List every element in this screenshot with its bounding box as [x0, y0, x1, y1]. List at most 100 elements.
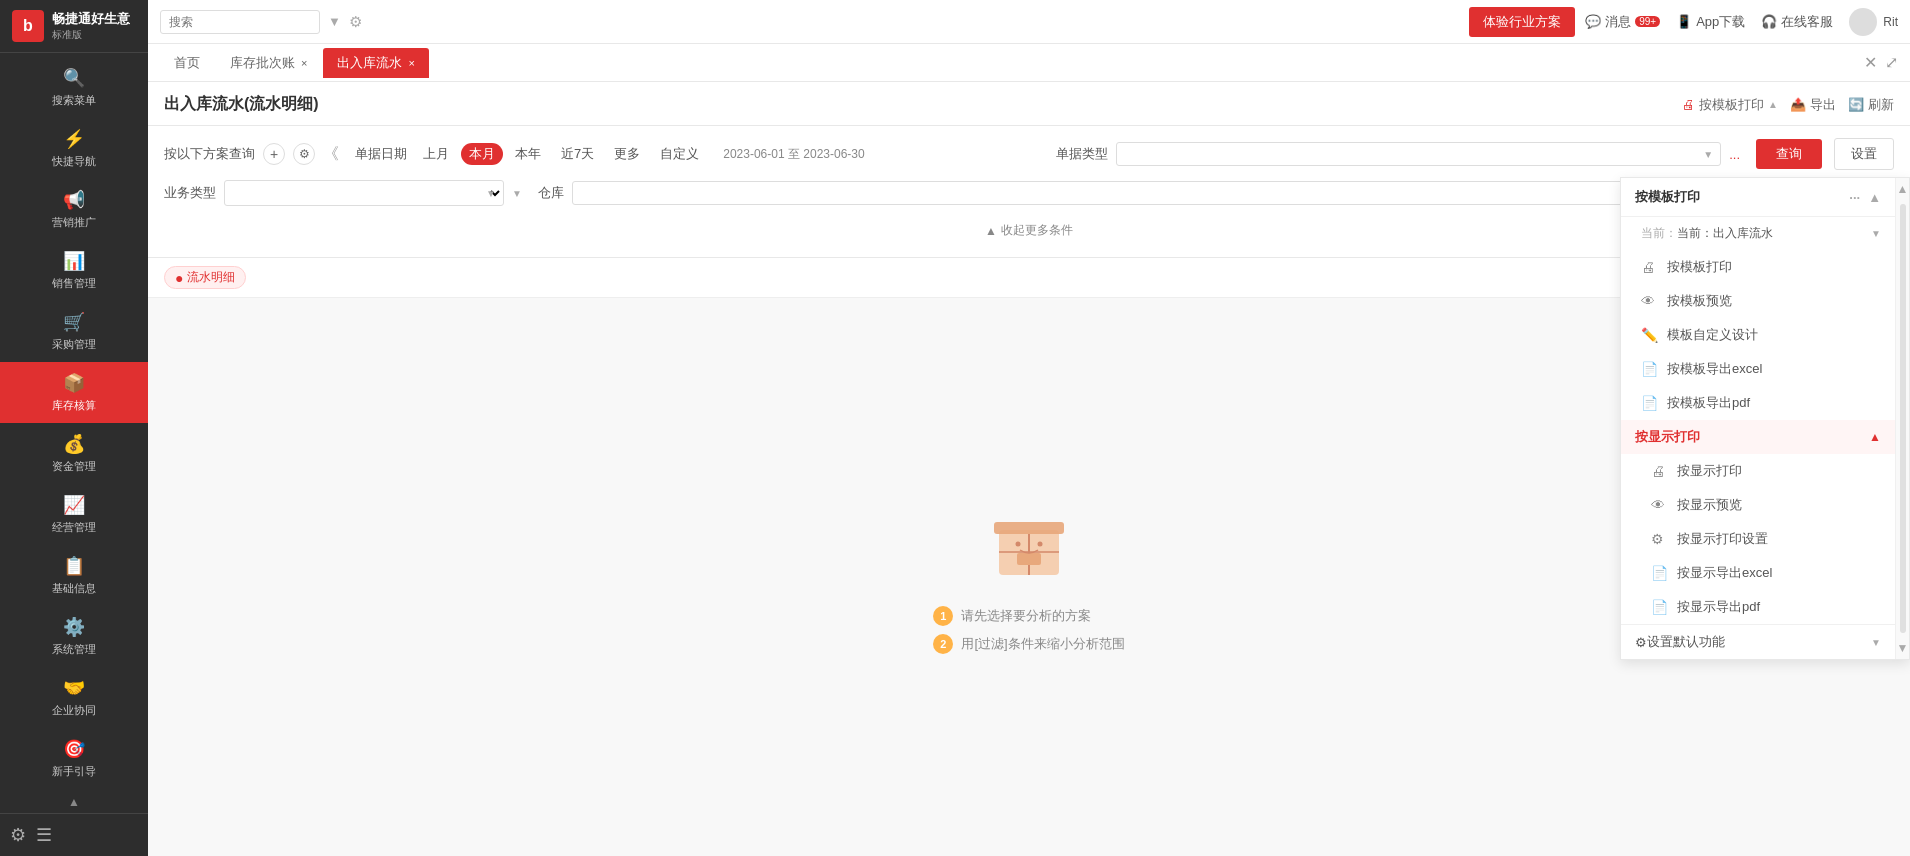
- bill-type-select[interactable]: [1116, 142, 1722, 166]
- collapse-label: 收起更多条件: [1001, 222, 1073, 239]
- inventory-icon: 📦: [63, 372, 85, 394]
- industry-solution-button[interactable]: 体验行业方案: [1469, 7, 1575, 37]
- footer-chevron: ▼: [1871, 637, 1881, 648]
- tab-batch-close[interactable]: ×: [301, 57, 307, 69]
- bill-type-more-icon[interactable]: ...: [1729, 147, 1740, 162]
- export-label: 导出: [1810, 96, 1836, 114]
- tab-home[interactable]: 首页: [160, 48, 214, 78]
- search-input[interactable]: [160, 10, 320, 34]
- dropdown-close-chevron[interactable]: ▲: [1868, 190, 1881, 205]
- sidebar-item-basic[interactable]: 📋基础信息: [0, 545, 148, 606]
- bill-type-label: 单据类型: [1056, 145, 1108, 163]
- settings-icon[interactable]: ⚙: [10, 824, 26, 846]
- menu-toggle-icon[interactable]: ☰: [36, 824, 52, 846]
- dropdown-sub-item-display-excel[interactable]: 📄 按显示导出excel: [1621, 556, 1895, 590]
- print-template-button[interactable]: 🖨 按模板打印 ▲: [1682, 96, 1778, 114]
- refresh-button[interactable]: 🔄 刷新: [1848, 96, 1894, 114]
- tab-flow-close[interactable]: ×: [408, 57, 414, 69]
- date-option-this-month[interactable]: 本月: [461, 143, 503, 165]
- sidebar-item-search[interactable]: 🔍搜索菜单: [0, 57, 148, 118]
- settings-gear-icon[interactable]: ⚙: [349, 13, 362, 31]
- tab-batch-account[interactable]: 库存批次账 ×: [216, 48, 321, 78]
- empty-state-steps: 1 请先选择要分析的方案 2 用[过滤]条件来缩小分析范围: [933, 606, 1124, 654]
- page-action-buttons: 🖨 按模板打印 ▲ 📤 导出 🔄 刷新: [1682, 96, 1894, 124]
- refresh-icon: 🔄: [1848, 97, 1864, 112]
- page-content: 出入库流水(流水明细) 🖨 按模板打印 ▲ 📤 导出 🔄 刷新: [148, 82, 1910, 856]
- tab-batch-label: 库存批次账: [230, 54, 295, 72]
- sidebar-item-label: 快捷导航: [52, 154, 96, 169]
- dropdown-sub-item-display-settings[interactable]: ⚙ 按显示打印设置: [1621, 522, 1895, 556]
- dropdown-scroll-up[interactable]: ▲: [1893, 178, 1910, 200]
- tab-expand-icon[interactable]: ⤢: [1885, 53, 1898, 72]
- header-search-section: ▼ ⚙: [160, 10, 1459, 34]
- svg-point-5: [1016, 542, 1021, 547]
- sidebar-item-enterprise[interactable]: 🤝企业协同: [0, 667, 148, 728]
- filter-collapse-button[interactable]: 《: [323, 144, 339, 165]
- empty-step-1: 1 请先选择要分析的方案: [933, 606, 1124, 626]
- date-option-7days[interactable]: 近7天: [553, 143, 602, 165]
- date-option-this-year[interactable]: 本年: [507, 143, 549, 165]
- sidebar-item-sales[interactable]: 📊销售管理: [0, 240, 148, 301]
- sidebar-item-shortcut[interactable]: ⚡快捷导航: [0, 118, 148, 179]
- empty-state-icon: [984, 500, 1074, 590]
- dropdown-group-display-print[interactable]: 按显示打印 ▲: [1621, 420, 1895, 454]
- dropdown-footer-settings[interactable]: ⚙ 设置默认功能 ▼: [1621, 624, 1895, 659]
- filter-add-button[interactable]: +: [263, 143, 285, 165]
- tab-close-all-icon[interactable]: ✕: [1864, 53, 1877, 72]
- sidebar-scroll-up[interactable]: ▲: [68, 795, 80, 809]
- sidebar-item-label: 经营管理: [52, 520, 96, 535]
- filter-gear-button[interactable]: ⚙: [293, 143, 315, 165]
- search-dropdown-arrow[interactable]: ▼: [328, 14, 341, 29]
- query-button[interactable]: 查询: [1756, 139, 1822, 169]
- sidebar-item-label: 采购管理: [52, 337, 96, 352]
- current-label-chevron[interactable]: ▼: [1871, 228, 1881, 239]
- sidebar-item-label: 搜索菜单: [52, 93, 96, 108]
- sidebar-item-label: 系统管理: [52, 642, 96, 657]
- refresh-label: 刷新: [1868, 96, 1894, 114]
- dropdown-item-template-custom[interactable]: ✏️ 模板自定义设计: [1621, 318, 1895, 352]
- sidebar-item-purchase[interactable]: 🛒采购管理: [0, 301, 148, 362]
- business-type-select[interactable]: [224, 180, 504, 206]
- edit-icon: ✏️: [1641, 327, 1657, 343]
- export-button[interactable]: 📤 导出: [1790, 96, 1836, 114]
- sidebar-item-inventory[interactable]: 📦库存核算: [0, 362, 148, 423]
- date-options: 上月 本月 本年 近7天 更多 自定义: [415, 143, 707, 165]
- dropdown-sub-item-display-preview[interactable]: 👁 按显示预览: [1621, 488, 1895, 522]
- dropdown-item-template-print[interactable]: 🖨 按模板打印: [1621, 250, 1895, 284]
- tab-bar: 首页 库存批次账 × 出入库流水 × ✕ ⤢: [148, 44, 1910, 82]
- main-area: ▼ ⚙ 体验行业方案 💬 消息 99+ 📱 App下载 🎧 在线客服 Rit: [148, 0, 1910, 856]
- dropdown-sub-item-display-pdf[interactable]: 📄 按显示导出pdf: [1621, 590, 1895, 624]
- settings-icon-2: ⚙: [1651, 531, 1667, 547]
- user-section[interactable]: Rit: [1849, 8, 1898, 36]
- group-display-label: 按显示打印: [1635, 428, 1700, 446]
- sidebar-item-label: 销售管理: [52, 276, 96, 291]
- date-filter-label: 单据日期: [355, 145, 407, 163]
- date-option-more[interactable]: 更多: [606, 143, 648, 165]
- sidebar-item-operation[interactable]: 📈 经营管理: [0, 484, 148, 545]
- print-dropdown-arrow[interactable]: ▲: [1768, 99, 1778, 110]
- header-right-actions: 💬 消息 99+ 📱 App下载 🎧 在线客服 Rit: [1585, 8, 1898, 36]
- dropdown-more-icon[interactable]: ···: [1849, 190, 1860, 205]
- dropdown-item-template-excel[interactable]: 📄 按模板导出excel: [1621, 352, 1895, 386]
- tab-inventory-flow[interactable]: 出入库流水 ×: [323, 48, 428, 78]
- export-icon: 📤: [1790, 97, 1806, 112]
- dropdown-item-template-preview[interactable]: 👁 按模板预览: [1621, 284, 1895, 318]
- filter-tag-item[interactable]: ● 流水明细: [164, 266, 246, 289]
- sidebar-item-label: 企业协同: [52, 703, 96, 718]
- excel-icon-2: 📄: [1651, 565, 1667, 581]
- messages-button[interactable]: 💬 消息 99+: [1585, 13, 1660, 31]
- online-service-button[interactable]: 🎧 在线客服: [1761, 13, 1833, 31]
- date-option-custom[interactable]: 自定义: [652, 143, 707, 165]
- dropdown-scroll-down[interactable]: ▼: [1893, 637, 1910, 659]
- app-download-button[interactable]: 📱 App下载: [1676, 13, 1745, 31]
- sidebar-item-finance[interactable]: 💰资金管理: [0, 423, 148, 484]
- dropdown-sub-item-display-print[interactable]: 🖨 按显示打印: [1621, 454, 1895, 488]
- date-option-last-month[interactable]: 上月: [415, 143, 457, 165]
- sidebar-item-guide[interactable]: 🎯新手引导: [0, 728, 148, 789]
- sidebar-item-system[interactable]: ⚙️系统管理: [0, 606, 148, 667]
- operation-icon: 📈: [63, 494, 85, 516]
- dropdown-item-template-pdf[interactable]: 📄 按模板导出pdf: [1621, 386, 1895, 420]
- sidebar-item-marketing[interactable]: 📢营销推广: [0, 179, 148, 240]
- gear-icon-footer: ⚙: [1635, 635, 1647, 650]
- settings-button[interactable]: 设置: [1834, 138, 1894, 170]
